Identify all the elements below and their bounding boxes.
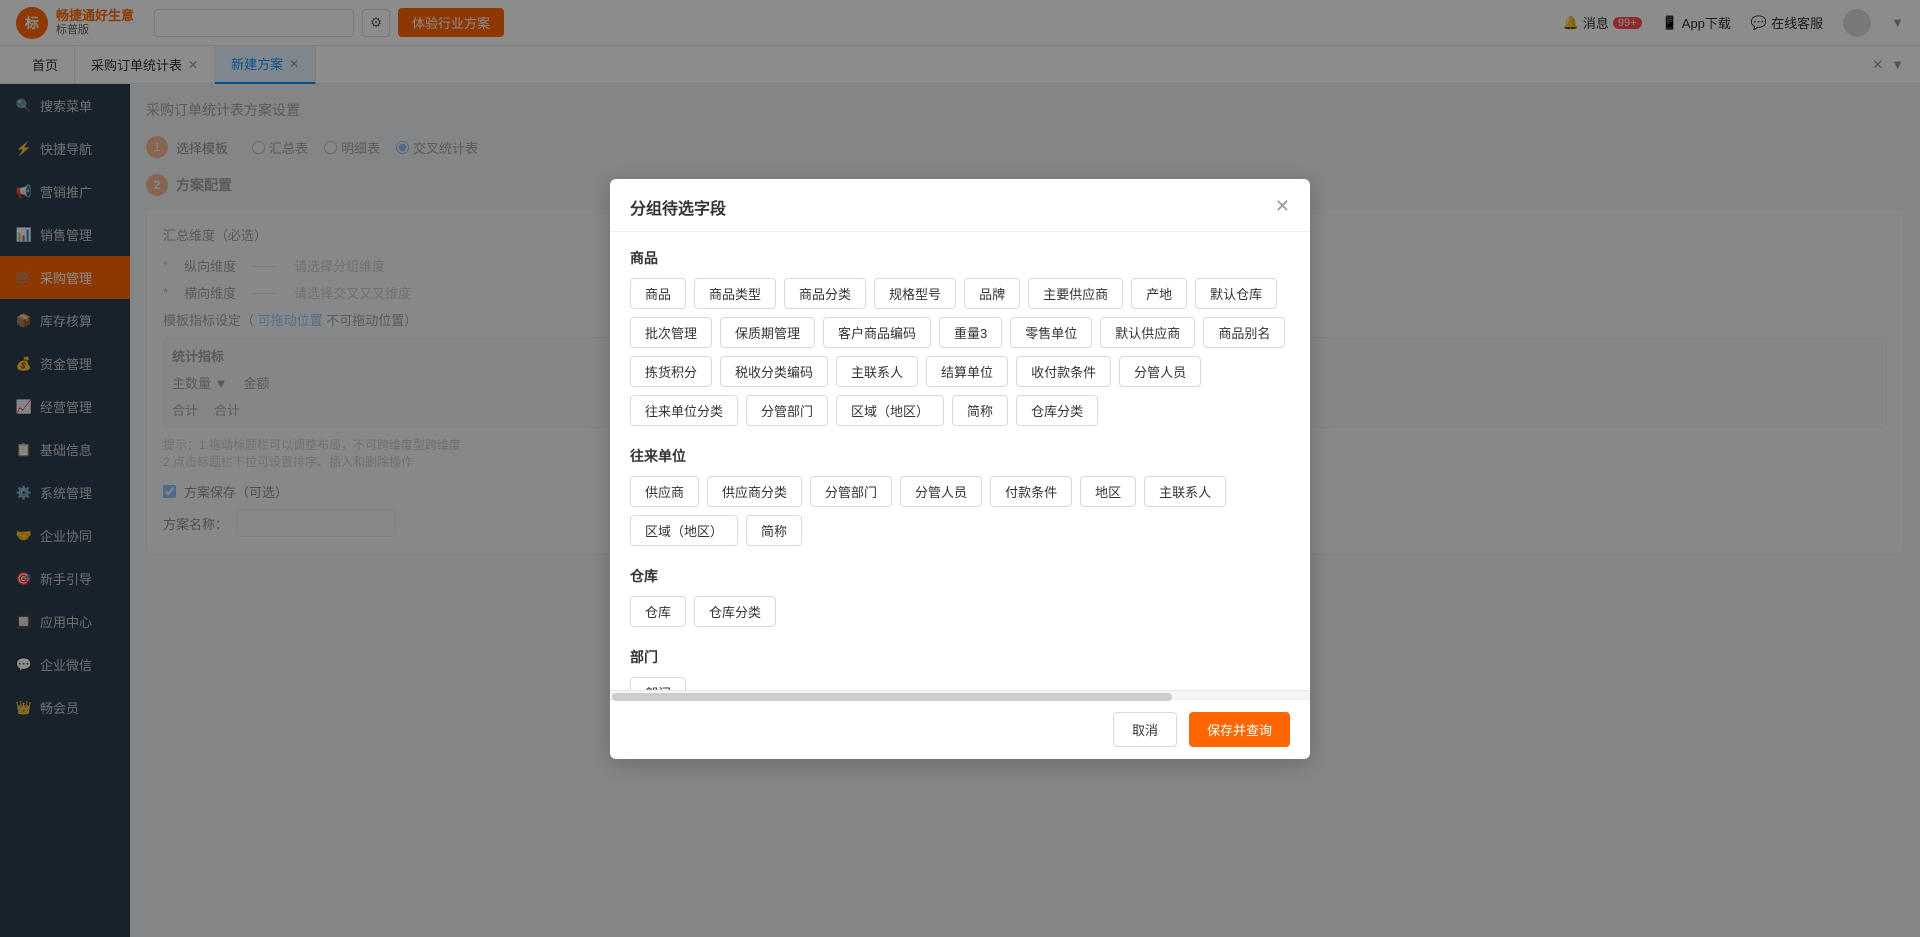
field-tag[interactable]: 地区: [1080, 476, 1136, 507]
field-tag[interactable]: 默认仓库: [1195, 278, 1277, 309]
field-tag[interactable]: 部门: [630, 677, 686, 691]
modal-title: 分组待选字段: [630, 195, 726, 219]
modal-scroll-thumb[interactable]: [612, 693, 1172, 701]
section-product-tags: 商品 商品类型 商品分类 规格型号 品牌 主要供应商 产地 默认仓库 批次管理 …: [630, 278, 1290, 426]
section-product: 商品 商品 商品类型 商品分类 规格型号 品牌 主要供应商 产地 默认仓库 批次…: [630, 248, 1290, 426]
field-tag[interactable]: 商品: [630, 278, 686, 309]
field-tag[interactable]: 拣货积分: [630, 356, 712, 387]
field-tag[interactable]: 保质期管理: [720, 317, 815, 348]
field-tag[interactable]: 税收分类编码: [720, 356, 828, 387]
field-tag[interactable]: 规格型号: [874, 278, 956, 309]
field-tag[interactable]: 零售单位: [1010, 317, 1092, 348]
section-dept-tags: 部门: [630, 677, 1290, 691]
field-tag[interactable]: 商品分类: [784, 278, 866, 309]
field-tag[interactable]: 供应商分类: [707, 476, 802, 507]
field-tag[interactable]: 仓库分类: [694, 596, 776, 627]
field-tag[interactable]: 收付款条件: [1016, 356, 1111, 387]
field-tag[interactable]: 主联系人: [836, 356, 918, 387]
field-tag[interactable]: 往来单位分类: [630, 395, 738, 426]
section-dept: 部门 部门: [630, 647, 1290, 691]
field-tag[interactable]: 简称: [746, 515, 802, 546]
field-tag[interactable]: 区域（地区）: [836, 395, 944, 426]
field-tag[interactable]: 结算单位: [926, 356, 1008, 387]
field-tag[interactable]: 批次管理: [630, 317, 712, 348]
field-tag[interactable]: 默认供应商: [1100, 317, 1195, 348]
field-tag[interactable]: 仓库: [630, 596, 686, 627]
section-warehouse-tags: 仓库 仓库分类: [630, 596, 1290, 627]
section-partner-tags: 供应商 供应商分类 分管部门 分管人员 付款条件 地区 主联系人 区域（地区） …: [630, 476, 1290, 546]
field-tag[interactable]: 品牌: [964, 278, 1020, 309]
field-tag[interactable]: 分管人员: [1119, 356, 1201, 387]
modal-footer: 取消 保存并查询: [610, 699, 1310, 759]
modal-header: 分组待选字段 ✕: [610, 179, 1310, 232]
section-partner: 往来单位 供应商 供应商分类 分管部门 分管人员 付款条件 地区 主联系人 区域…: [630, 446, 1290, 546]
field-tag[interactable]: 分管部门: [746, 395, 828, 426]
save-query-button[interactable]: 保存并查询: [1189, 712, 1290, 747]
section-dept-title: 部门: [630, 647, 1290, 667]
field-tag[interactable]: 主要供应商: [1028, 278, 1123, 309]
field-tag[interactable]: 客户商品编码: [823, 317, 931, 348]
field-tag[interactable]: 区域（地区）: [630, 515, 738, 546]
section-warehouse: 仓库 仓库 仓库分类: [630, 566, 1290, 627]
modal-overlay: 分组待选字段 ✕ 商品 商品 商品类型 商品分类 规格型号 品牌 主要供应商 产…: [0, 0, 1920, 937]
modal-close-button[interactable]: ✕: [1275, 196, 1290, 217]
field-tag[interactable]: 产地: [1131, 278, 1187, 309]
field-tag[interactable]: 简称: [952, 395, 1008, 426]
field-tag[interactable]: 分管部门: [810, 476, 892, 507]
field-tag[interactable]: 商品类型: [694, 278, 776, 309]
field-tag[interactable]: 主联系人: [1144, 476, 1226, 507]
field-tag[interactable]: 仓库分类: [1016, 395, 1098, 426]
cancel-button[interactable]: 取消: [1113, 712, 1177, 747]
modal-body: 商品 商品 商品类型 商品分类 规格型号 品牌 主要供应商 产地 默认仓库 批次…: [610, 232, 1310, 691]
field-tag[interactable]: 重量3: [939, 317, 1002, 348]
section-product-title: 商品: [630, 248, 1290, 268]
field-tag[interactable]: 商品别名: [1203, 317, 1285, 348]
section-warehouse-title: 仓库: [630, 566, 1290, 586]
field-tag[interactable]: 分管人员: [900, 476, 982, 507]
modal-scroll-track[interactable]: [610, 690, 1310, 698]
modal-dialog: 分组待选字段 ✕ 商品 商品 商品类型 商品分类 规格型号 品牌 主要供应商 产…: [610, 179, 1310, 759]
section-partner-title: 往来单位: [630, 446, 1290, 466]
field-tag[interactable]: 供应商: [630, 476, 699, 507]
field-tag[interactable]: 付款条件: [990, 476, 1072, 507]
